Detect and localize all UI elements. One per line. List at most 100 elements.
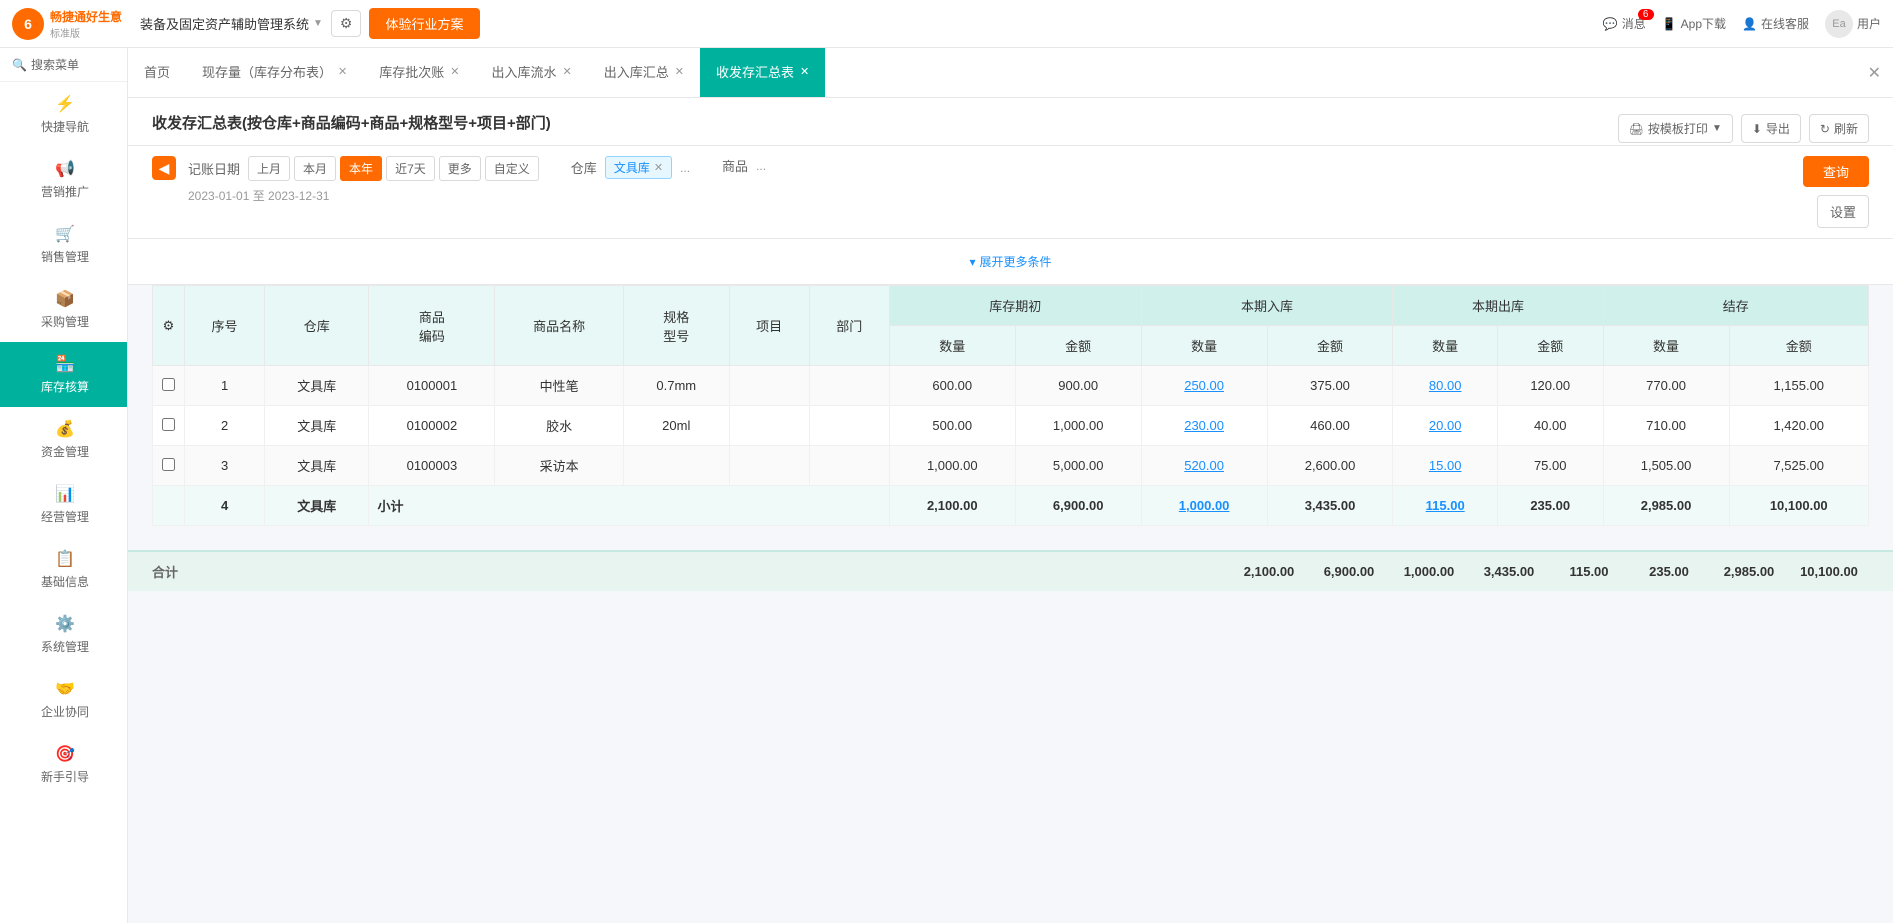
expand-conditions-button[interactable]: ▾ 展开更多条件 [969, 253, 1051, 270]
col-in-amt: 金额 [1267, 326, 1393, 366]
row1-check[interactable] [153, 366, 185, 406]
chart-icon: 📊 [55, 484, 75, 504]
flash-icon: ⚡ [55, 94, 75, 114]
chevron-down-icon: ▼ [1712, 123, 1722, 134]
filter-toggle-button[interactable]: ◀ [152, 156, 176, 180]
message-button[interactable]: 💬 消息 6 [1603, 15, 1646, 32]
row1-in-amt: 375.00 [1267, 366, 1393, 406]
system-title: 装备及固定资产辅助管理系统 [140, 14, 309, 33]
col-project: 项目 [729, 286, 809, 366]
warehouse-tag: 文具库 ✕ [605, 156, 672, 179]
row3-opening-qty: 1,000.00 [889, 446, 1015, 486]
total-in-qty: 1,000.00 [1389, 564, 1469, 579]
col-close-qty: 数量 [1603, 326, 1729, 366]
print-icon: 🖨 [1629, 122, 1644, 136]
row2-in-qty[interactable]: 230.00 [1141, 406, 1267, 446]
row3-project [729, 446, 809, 486]
trial-button[interactable]: 体验行业方案 [369, 8, 479, 39]
col-out-qty: 数量 [1393, 326, 1497, 366]
online-service-button[interactable]: 👤 在线客服 [1742, 15, 1809, 32]
export-button[interactable]: ⬇ 导出 [1741, 114, 1801, 143]
row2-out-qty[interactable]: 20.00 [1393, 406, 1497, 446]
row3-in-qty[interactable]: 520.00 [1141, 446, 1267, 486]
settings-button[interactable]: ⚙ [331, 10, 362, 37]
expand-row: ▾ 展开更多条件 [128, 239, 1893, 285]
sidebar-item-purchase[interactable]: 📦 采购管理 [0, 277, 127, 342]
settings-button-filter[interactable]: 设置 [1817, 195, 1869, 228]
footer-nums: 2,100.00 6,900.00 1,000.00 3,435.00 115.… [352, 564, 1869, 579]
date-btn-more[interactable]: 更多 [439, 156, 481, 181]
row3-out-qty[interactable]: 15.00 [1393, 446, 1497, 486]
row2-close-amt: 1,420.00 [1729, 406, 1869, 446]
tab-close-recv-send[interactable]: ✕ [800, 65, 809, 78]
tab-close-stock-dist[interactable]: ✕ [338, 65, 347, 78]
tab-stock-dist[interactable]: 现存量（库存分布表） ✕ [186, 48, 363, 97]
tab-close-summary[interactable]: ✕ [675, 65, 684, 78]
sidebar-item-finance[interactable]: 💰 资金管理 [0, 407, 127, 472]
date-btn-last-month[interactable]: 上月 [248, 156, 290, 181]
sidebar-item-basic-info[interactable]: 📋 基础信息 [0, 537, 127, 602]
table-row: 3 文具库 0100003 采访本 1,000.00 5,000.00 520.… [153, 446, 1869, 486]
col-settings[interactable]: ⚙ [153, 286, 185, 366]
row1-out-qty[interactable]: 80.00 [1393, 366, 1497, 406]
sidebar-item-marketing[interactable]: 📢 营销推广 [0, 147, 127, 212]
sidebar-item-label: 营销推广 [41, 183, 89, 200]
warehouse-tag-close[interactable]: ✕ [654, 161, 663, 174]
row3-check[interactable] [153, 446, 185, 486]
subtotal-out-qty[interactable]: 115.00 [1393, 486, 1497, 526]
subtotal-in-qty[interactable]: 1,000.00 [1141, 486, 1267, 526]
total-opening-qty: 2,100.00 [1229, 564, 1309, 579]
app-download-button[interactable]: 📱 App下载 [1662, 15, 1726, 32]
sidebar-item-operations[interactable]: 📊 经营管理 [0, 472, 127, 537]
row3-code: 0100003 [369, 446, 495, 486]
sidebar-item-enterprise[interactable]: 🤝 企业协同 [0, 667, 127, 732]
row3-close-qty: 1,505.00 [1603, 446, 1729, 486]
chevron-down-icon: ▼ [313, 18, 323, 29]
sidebar-item-inventory[interactable]: 🏪 库存核算 [0, 342, 127, 407]
sidebar-item-label: 采购管理 [41, 313, 89, 330]
col-group-in: 本期入库 [1141, 286, 1393, 326]
date-btn-this-year[interactable]: 本年 [340, 156, 382, 181]
sidebar-item-quick-nav[interactable]: ⚡ 快捷导航 [0, 82, 127, 147]
sidebar-search[interactable]: 🔍 搜索菜单 [0, 48, 127, 82]
page-title: 收发存汇总表(按仓库+商品编码+商品+规格型号+项目+部门) [152, 112, 551, 145]
sidebar-item-label: 系统管理 [41, 638, 89, 655]
refresh-icon: ↻ [1820, 122, 1830, 136]
tab-close-flow[interactable]: ✕ [563, 65, 572, 78]
tab-summary[interactable]: 出入库汇总 ✕ [588, 48, 700, 97]
goods-more[interactable]: ... [756, 159, 766, 173]
col-in-qty: 数量 [1141, 326, 1267, 366]
tab-close-batch[interactable]: ✕ [450, 65, 459, 78]
sidebar-item-system[interactable]: ⚙️ 系统管理 [0, 602, 127, 667]
row1-in-qty[interactable]: 250.00 [1141, 366, 1267, 406]
subtotal-warehouse: 文具库 [265, 486, 369, 526]
date-btn-custom[interactable]: 自定义 [485, 156, 539, 181]
query-button[interactable]: 查询 [1803, 156, 1869, 187]
row1-close-qty: 770.00 [1603, 366, 1729, 406]
total-label: 合计 [152, 562, 352, 581]
warehouse-more[interactable]: ... [680, 161, 690, 175]
system-select[interactable]: 装备及固定资产辅助管理系统 ▼ [140, 14, 323, 33]
refresh-button[interactable]: ↻ 刷新 [1809, 114, 1869, 143]
sidebar-item-label: 资金管理 [41, 443, 89, 460]
tab-recv-send[interactable]: 收发存汇总表 ✕ [700, 48, 825, 97]
tab-batch[interactable]: 库存批次账 ✕ [363, 48, 475, 97]
avatar: Ea [1825, 10, 1853, 38]
date-btn-7days[interactable]: 近7天 [386, 156, 435, 181]
user-button[interactable]: Ea 用户 [1825, 10, 1881, 38]
tab-flow[interactable]: 出入库流水 ✕ [475, 48, 587, 97]
subtotal-opening-amt: 6,900.00 [1015, 486, 1141, 526]
cart-icon: 🛒 [55, 224, 75, 244]
col-dept: 部门 [809, 286, 889, 366]
tab-home[interactable]: 首页 [128, 48, 186, 97]
print-button[interactable]: 🖨 按模板打印 ▼ [1618, 114, 1733, 143]
row1-project [729, 366, 809, 406]
sidebar-item-guide[interactable]: 🎯 新手引导 [0, 732, 127, 797]
row1-code: 0100001 [369, 366, 495, 406]
date-btn-this-month[interactable]: 本月 [294, 156, 336, 181]
close-all-tabs[interactable]: ✕ [1856, 63, 1893, 83]
sidebar-item-sales[interactable]: 🛒 销售管理 [0, 212, 127, 277]
row2-check[interactable] [153, 406, 185, 446]
row1-dept [809, 366, 889, 406]
row2-dept [809, 406, 889, 446]
